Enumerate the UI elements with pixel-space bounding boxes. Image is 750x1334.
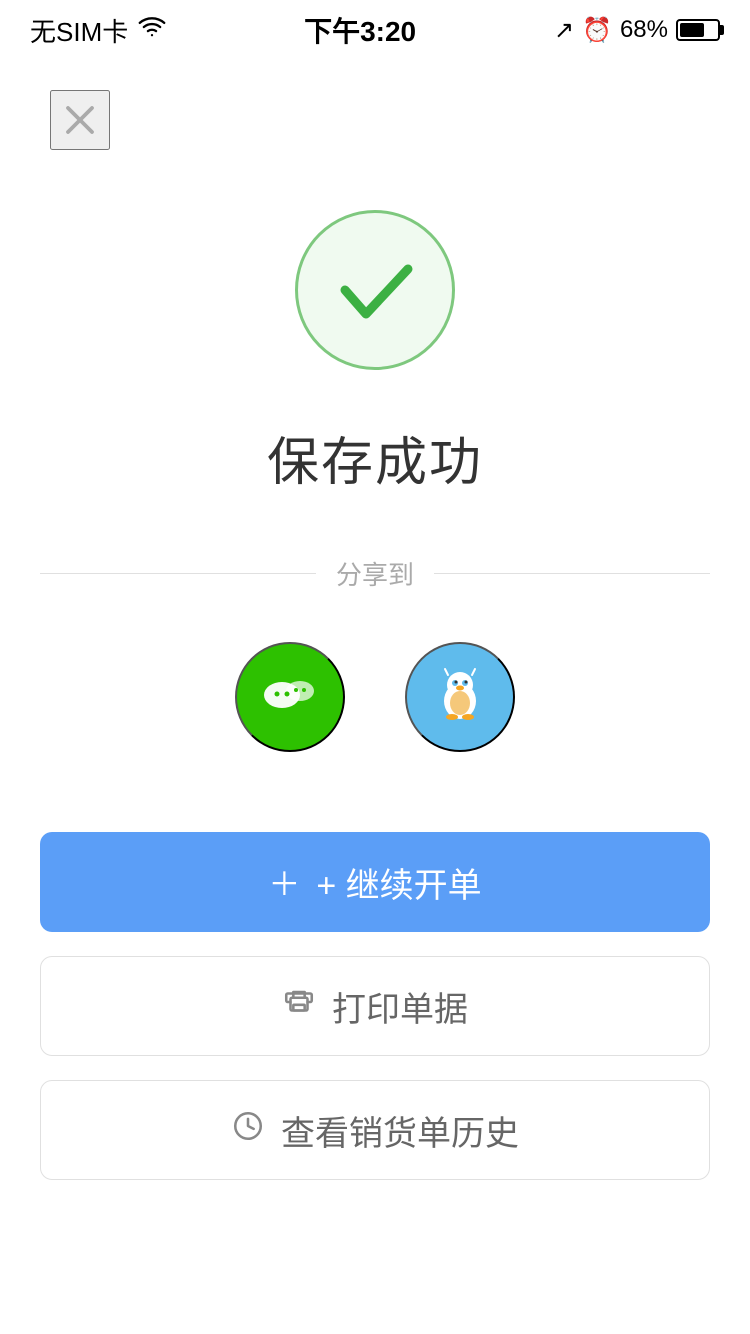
printer-icon: [282, 985, 316, 1027]
status-left: 无SIM卡: [30, 12, 166, 49]
battery-percent: 68%: [620, 16, 668, 44]
action-buttons: ＋ + 继续开单 打印单据 查看销货单历史: [40, 832, 710, 1180]
success-title: 保存成功: [267, 420, 483, 495]
history-button[interactable]: 查看销货单历史: [40, 1080, 710, 1180]
location-icon: ↗: [554, 16, 574, 45]
main-content: 保存成功 分享到: [0, 60, 750, 1334]
plus-icon: ＋: [268, 859, 300, 905]
battery-icon: [676, 19, 720, 41]
print-button[interactable]: 打印单据: [40, 956, 710, 1056]
continue-button[interactable]: ＋ + 继续开单: [40, 832, 710, 932]
status-right: ↗ ⏰ 68%: [554, 16, 720, 45]
history-label: 查看销货单历史: [281, 1106, 519, 1155]
share-divider: 分享到: [40, 555, 710, 592]
wifi-icon: [138, 13, 166, 48]
success-circle: [295, 210, 455, 370]
divider-line-right: [434, 573, 710, 574]
share-icons: [235, 642, 515, 752]
clock-icon: [231, 1109, 265, 1151]
share-label: 分享到: [336, 555, 414, 592]
print-label: 打印单据: [332, 982, 468, 1031]
status-bar: 无SIM卡 下午3:20 ↗ ⏰ 68%: [0, 0, 750, 60]
close-button[interactable]: [50, 90, 110, 150]
alarm-icon: ⏰: [582, 16, 612, 45]
divider-line-left: [40, 573, 316, 574]
wechat-share-button[interactable]: [235, 642, 345, 752]
carrier-text: 无SIM卡: [30, 12, 128, 49]
status-time: 下午3:20: [304, 10, 416, 50]
qq-share-button[interactable]: [405, 642, 515, 752]
continue-label: + 继续开单: [316, 858, 481, 907]
